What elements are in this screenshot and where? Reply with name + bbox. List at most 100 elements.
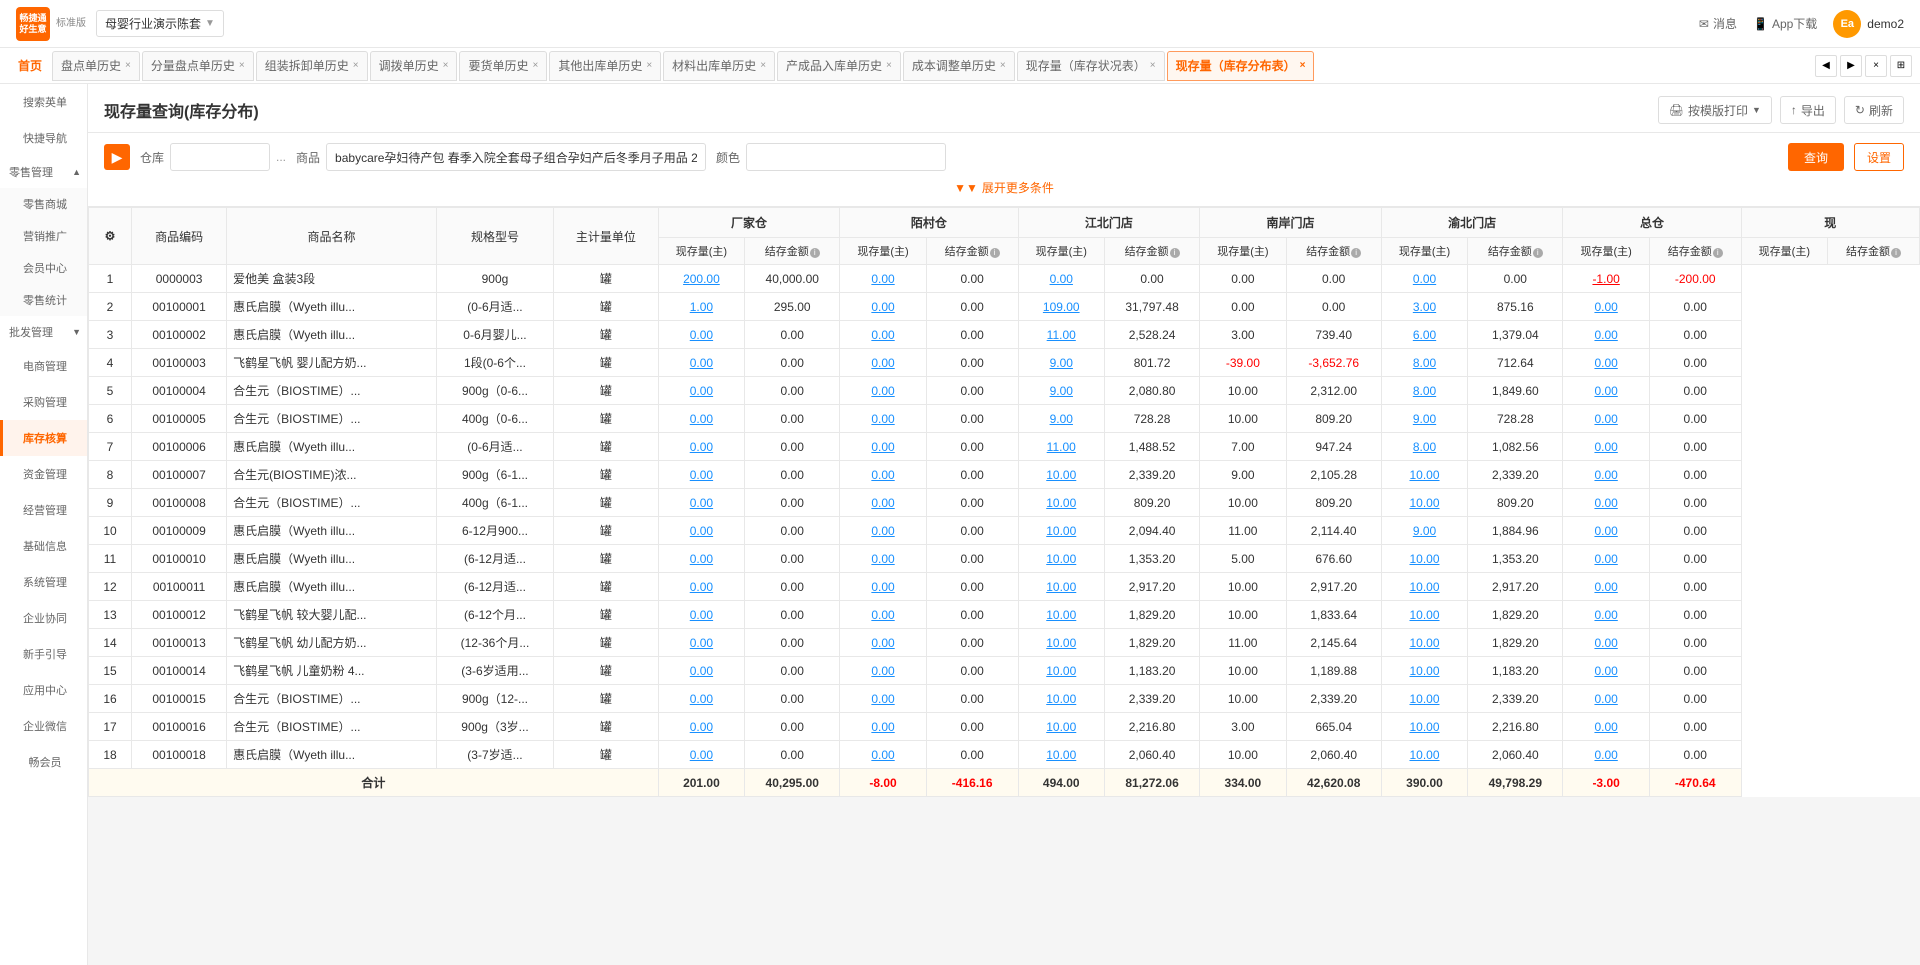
w1-qty[interactable]: 0.00: [658, 685, 744, 713]
total-qty[interactable]: 0.00: [1563, 433, 1649, 461]
sidebar-item-search[interactable]: 搜索英单: [0, 84, 87, 120]
w3-qty[interactable]: 9.00: [1018, 405, 1104, 433]
sidebar-item-inventory[interactable]: 库存核算: [0, 420, 87, 456]
w2-qty[interactable]: 0.00: [840, 685, 926, 713]
gear-icon[interactable]: ⚙: [105, 229, 116, 243]
w3-qty[interactable]: 10.00: [1018, 685, 1104, 713]
tab-product-in[interactable]: 产成品入库单历史×: [777, 51, 901, 81]
message-btn[interactable]: ✉ 消息: [1699, 15, 1737, 32]
refresh-btn[interactable]: ↻ 刷新: [1844, 96, 1904, 124]
w3-qty[interactable]: 0.00: [1018, 265, 1104, 293]
sidebar-item-finance[interactable]: 资金管理: [0, 456, 87, 492]
w2-qty[interactable]: 0.00: [840, 321, 926, 349]
sidebar-item-guide[interactable]: 新手引导: [0, 636, 87, 672]
industry-dropdown[interactable]: 母婴行业演示陈套 ▼: [96, 10, 224, 37]
sidebar-item-corp[interactable]: 企业协同: [0, 600, 87, 636]
tab-nav-expand[interactable]: ⊞: [1890, 55, 1912, 77]
w2-qty[interactable]: 0.00: [840, 517, 926, 545]
w3-qty[interactable]: 10.00: [1018, 545, 1104, 573]
w1-qty[interactable]: 0.00: [658, 461, 744, 489]
total-qty[interactable]: 0.00: [1563, 405, 1649, 433]
w2-qty[interactable]: 0.00: [840, 405, 926, 433]
w5-qty[interactable]: 10.00: [1381, 713, 1467, 741]
sidebar-item-basic[interactable]: 基础信息: [0, 528, 87, 564]
total-qty[interactable]: 0.00: [1563, 349, 1649, 377]
tab-branch-count[interactable]: 分量盘点单历史×: [142, 51, 254, 81]
w5-qty[interactable]: 10.00: [1381, 657, 1467, 685]
w2-qty[interactable]: 0.00: [840, 293, 926, 321]
warehouse-input[interactable]: [170, 143, 270, 171]
sidebar-item-retail-stat[interactable]: 零售统计: [0, 284, 87, 316]
tab-close[interactable]: ×: [443, 60, 449, 71]
w2-qty[interactable]: 0.00: [840, 545, 926, 573]
w1-qty[interactable]: 0.00: [658, 517, 744, 545]
sidebar-item-vip[interactable]: 畅会员: [0, 744, 87, 780]
w1-qty[interactable]: 0.00: [658, 629, 744, 657]
w3-qty[interactable]: 10.00: [1018, 489, 1104, 517]
w3-qty[interactable]: 10.00: [1018, 741, 1104, 769]
w3-qty[interactable]: 10.00: [1018, 713, 1104, 741]
tab-close[interactable]: ×: [1000, 60, 1006, 71]
tab-disassemble[interactable]: 组装拆卸单历史×: [256, 51, 368, 81]
total-qty[interactable]: 0.00: [1563, 489, 1649, 517]
total-qty[interactable]: 0.00: [1563, 293, 1649, 321]
tab-close[interactable]: ×: [760, 60, 766, 71]
w1-qty[interactable]: 0.00: [658, 349, 744, 377]
sidebar-item-wholesale[interactable]: 批发管理▼: [0, 316, 87, 348]
sidebar-item-system[interactable]: 系统管理: [0, 564, 87, 600]
w5-qty[interactable]: 6.00: [1381, 321, 1467, 349]
w3-qty[interactable]: 9.00: [1018, 377, 1104, 405]
expand-conditions-btn[interactable]: ▼▼ 展开更多条件: [954, 179, 1054, 196]
w1-qty[interactable]: 0.00: [658, 657, 744, 685]
total-qty[interactable]: 0.00: [1563, 321, 1649, 349]
w3-qty[interactable]: 10.00: [1018, 573, 1104, 601]
collapse-btn[interactable]: ▶: [104, 144, 130, 170]
app-download-btn[interactable]: 📱 App下载: [1753, 15, 1817, 32]
w5-qty[interactable]: 10.00: [1381, 489, 1467, 517]
goods-input[interactable]: [326, 143, 706, 171]
total-qty[interactable]: 0.00: [1563, 377, 1649, 405]
total-qty[interactable]: 0.00: [1563, 741, 1649, 769]
w1-qty[interactable]: 0.00: [658, 713, 744, 741]
total-qty[interactable]: 0.00: [1563, 601, 1649, 629]
w3-qty[interactable]: 10.00: [1018, 461, 1104, 489]
sidebar-item-purchase[interactable]: 采购管理: [0, 384, 87, 420]
w2-qty[interactable]: 0.00: [840, 601, 926, 629]
total-qty[interactable]: 0.00: [1563, 573, 1649, 601]
w3-qty[interactable]: 109.00: [1018, 293, 1104, 321]
w3-qty[interactable]: 10.00: [1018, 517, 1104, 545]
total-qty[interactable]: 0.00: [1563, 657, 1649, 685]
w1-qty[interactable]: 0.00: [658, 573, 744, 601]
w3-qty[interactable]: 9.00: [1018, 349, 1104, 377]
w2-qty[interactable]: 0.00: [840, 265, 926, 293]
tab-close[interactable]: ×: [353, 60, 359, 71]
w2-qty[interactable]: 0.00: [840, 629, 926, 657]
tab-nav-close-all[interactable]: ×: [1865, 55, 1887, 77]
tab-close[interactable]: ×: [1300, 60, 1306, 71]
tab-close[interactable]: ×: [239, 60, 245, 71]
w5-qty[interactable]: 10.00: [1381, 741, 1467, 769]
w3-qty[interactable]: 10.00: [1018, 629, 1104, 657]
w3-qty[interactable]: 11.00: [1018, 321, 1104, 349]
w5-qty[interactable]: 0.00: [1381, 265, 1467, 293]
tab-other-out[interactable]: 其他出库单历史×: [549, 51, 661, 81]
w1-qty[interactable]: 0.00: [658, 405, 744, 433]
sidebar-item-member[interactable]: 会员中心: [0, 252, 87, 284]
w2-qty[interactable]: 0.00: [840, 461, 926, 489]
tab-close[interactable]: ×: [646, 60, 652, 71]
user-menu[interactable]: Ea demo2: [1833, 10, 1904, 38]
tab-close[interactable]: ×: [125, 60, 131, 71]
setting-btn[interactable]: 设置: [1854, 143, 1904, 171]
sidebar-item-retail[interactable]: 零售管理▲: [0, 156, 87, 188]
tab-inventory-count[interactable]: 盘点单历史×: [52, 51, 140, 81]
sidebar-item-ecom[interactable]: 电商管理: [0, 348, 87, 384]
w5-qty[interactable]: 8.00: [1381, 377, 1467, 405]
w5-qty[interactable]: 10.00: [1381, 461, 1467, 489]
total-qty[interactable]: 0.00: [1563, 629, 1649, 657]
tab-cost-adjust[interactable]: 成本调整单历史×: [903, 51, 1015, 81]
w2-qty[interactable]: 0.00: [840, 489, 926, 517]
tab-home[interactable]: 首页: [8, 51, 52, 81]
w5-qty[interactable]: 8.00: [1381, 433, 1467, 461]
w2-qty[interactable]: 0.00: [840, 377, 926, 405]
total-qty[interactable]: 0.00: [1563, 461, 1649, 489]
